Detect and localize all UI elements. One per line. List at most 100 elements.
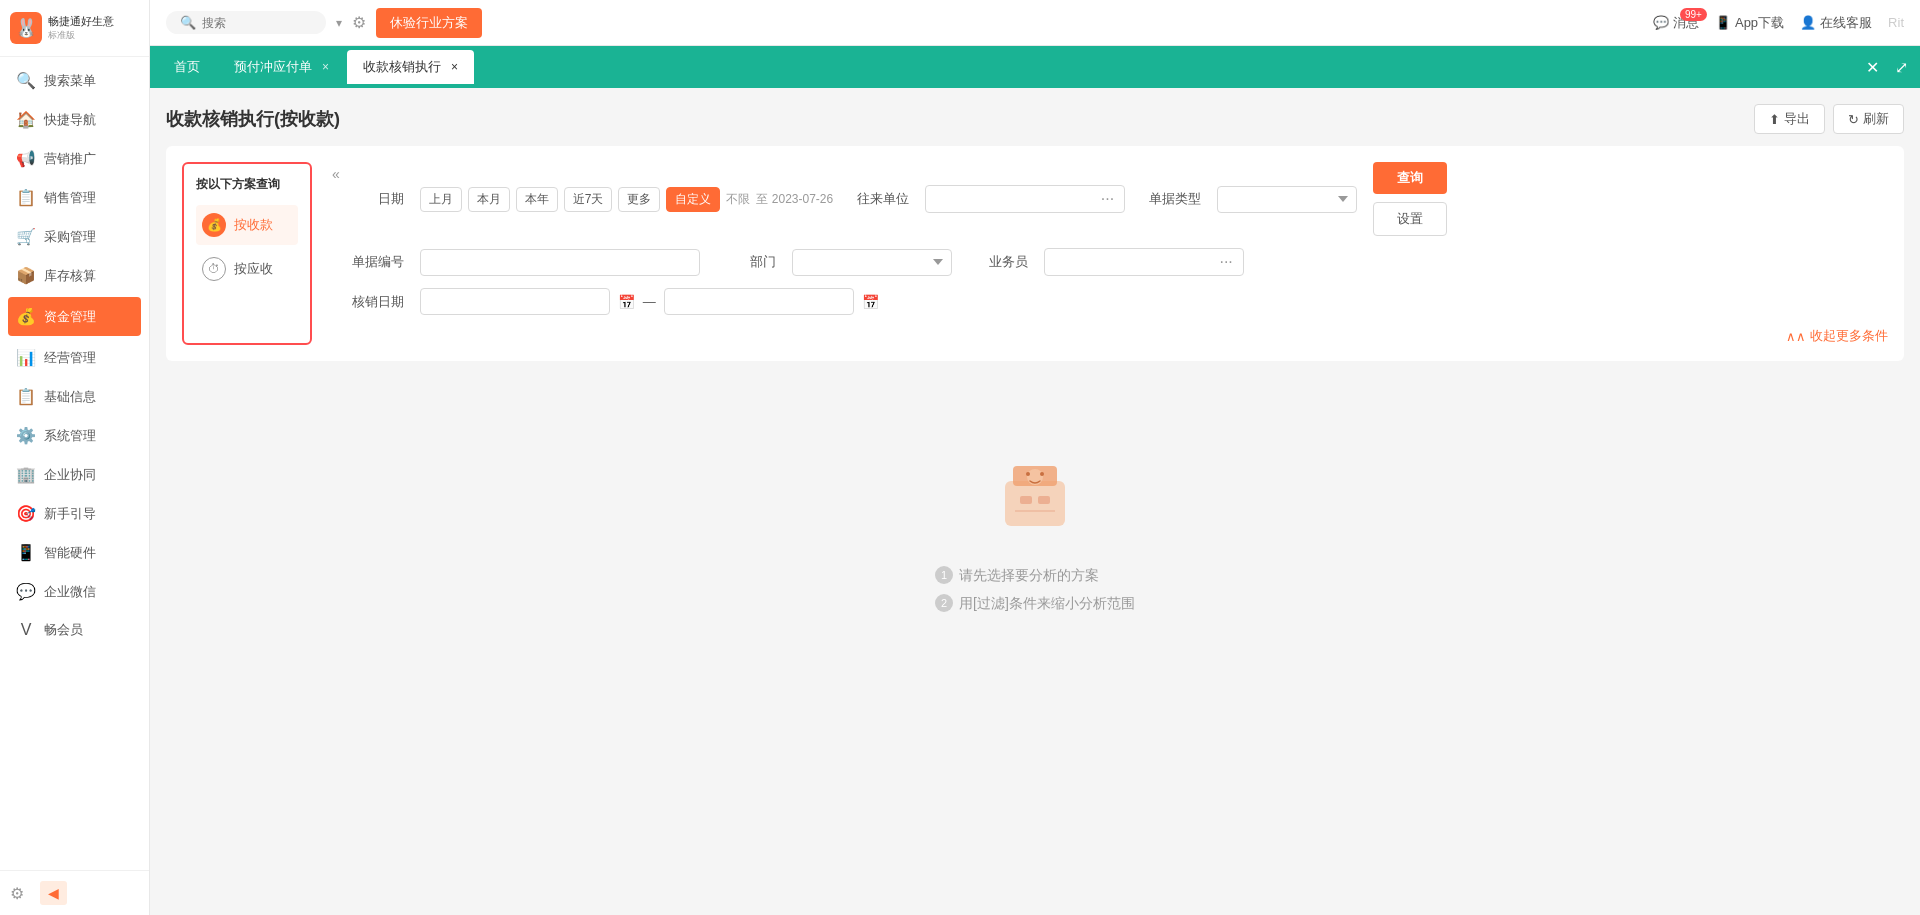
staff-label: 业务员 bbox=[968, 253, 1028, 271]
date-to-display: 至 2023-07-26 bbox=[756, 191, 833, 208]
operation-icon: 📊 bbox=[16, 348, 36, 367]
sidebar-item-operation[interactable]: 📊 经营管理 bbox=[0, 338, 149, 377]
collapse-chevron-icon: ∧∧ bbox=[1786, 329, 1806, 344]
logo-icon: 🐰 bbox=[10, 12, 42, 44]
sidebar-item-enterprise[interactable]: 🏢 企业协同 bbox=[0, 455, 149, 494]
tab-prepay-label: 预付冲应付单 bbox=[234, 58, 312, 76]
date-btn-this-year[interactable]: 本年 bbox=[516, 187, 558, 212]
doc-number-label: 单据编号 bbox=[344, 253, 404, 271]
export-icon: ⬆ bbox=[1769, 112, 1780, 127]
date-btn-this-month[interactable]: 本月 bbox=[468, 187, 510, 212]
date-btn-last-month[interactable]: 上月 bbox=[420, 187, 462, 212]
dept-select[interactable] bbox=[792, 249, 952, 276]
refresh-icon: ↻ bbox=[1848, 112, 1859, 127]
svg-rect-0 bbox=[1005, 481, 1065, 526]
home-icon: 🏠 bbox=[16, 110, 36, 129]
query-type-by-receivable[interactable]: ⏱ 按应收 bbox=[196, 249, 298, 289]
sidebar-item-member[interactable]: V 畅会员 bbox=[0, 611, 149, 649]
filter-settings-button[interactable]: 设置 bbox=[1373, 202, 1447, 236]
topbar-right: 💬 消息 99+ 📱 App下载 👤 在线客服 Rit bbox=[1653, 14, 1904, 32]
sidebar-item-marketing[interactable]: 📢 营销推广 bbox=[0, 139, 149, 178]
date-btn-more[interactable]: 更多 bbox=[618, 187, 660, 212]
sidebar-item-basic[interactable]: 📋 基础信息 bbox=[0, 377, 149, 416]
verify-date-start[interactable]: 2023-03-01 bbox=[420, 288, 610, 315]
main-content: 收款核销执行(按收款) ⬆ 导出 ↻ 刷新 按以下方案查询 💰 按收款 bbox=[150, 88, 1920, 915]
search-box-icon: 🔍 bbox=[180, 15, 196, 30]
sidebar-logo: 🐰 畅捷通好生意 标准版 bbox=[0, 0, 149, 57]
verify-date-end[interactable]: 2023-07-21 bbox=[664, 288, 854, 315]
sidebar-item-label: 畅会员 bbox=[44, 621, 83, 639]
main-area: 🔍 ▾ ⚙ 休验行业方案 💬 消息 99+ 📱 App下载 👤 在线客服 Rit bbox=[150, 0, 1920, 915]
topbar: 🔍 ▾ ⚙ 休验行业方案 💬 消息 99+ 📱 App下载 👤 在线客服 Rit bbox=[150, 0, 1920, 46]
tab-receipt-label: 收款核销执行 bbox=[363, 58, 441, 76]
tab-prepay-close[interactable]: × bbox=[322, 60, 329, 74]
collapse-panel-btn[interactable]: « bbox=[328, 162, 344, 186]
member-icon: V bbox=[16, 621, 36, 639]
hardware-icon: 📱 bbox=[16, 543, 36, 562]
date-btn-last7days[interactable]: 近7天 bbox=[564, 187, 613, 212]
cal-end-icon[interactable]: 📅 bbox=[862, 294, 879, 310]
doc-number-input[interactable] bbox=[420, 249, 700, 276]
refresh-label: 刷新 bbox=[1863, 110, 1889, 128]
sidebar-item-finance[interactable]: 💰 资金管理 bbox=[8, 297, 141, 336]
receivable-type-icon: ⏱ bbox=[202, 257, 226, 281]
online-service-btn[interactable]: 👤 在线客服 bbox=[1800, 14, 1872, 32]
guide-icon: 🎯 bbox=[16, 504, 36, 523]
export-label: 导出 bbox=[1784, 110, 1810, 128]
app-download-label: App下载 bbox=[1735, 14, 1784, 32]
collapse-more-btn[interactable]: ∧∧ 收起更多条件 bbox=[1786, 327, 1888, 345]
settings-icon[interactable]: ⚙ bbox=[352, 13, 366, 32]
page-title: 收款核销执行(按收款) bbox=[166, 107, 340, 131]
sidebar-item-label: 企业微信 bbox=[44, 583, 96, 601]
svg-rect-6 bbox=[1038, 496, 1050, 504]
search-button[interactable]: 查询 bbox=[1373, 162, 1447, 194]
tab-receipt-close[interactable]: × bbox=[451, 60, 458, 74]
refresh-button[interactable]: ↻ 刷新 bbox=[1833, 104, 1904, 134]
receipt-type-icon: 💰 bbox=[202, 213, 226, 237]
search-box[interactable]: 🔍 bbox=[166, 11, 326, 34]
staff-input[interactable]: ··· bbox=[1044, 248, 1244, 276]
empty-tip-2-text: 用[过滤]条件来缩小分析范围 bbox=[959, 589, 1135, 617]
logo-badge: 标准版 bbox=[48, 29, 114, 42]
sidebar-nav: 🔍 搜索菜单 🏠 快捷导航 📢 营销推广 📋 销售管理 🛒 采购管理 📦 库存核… bbox=[0, 57, 149, 870]
app-download-btn[interactable]: 📱 App下载 bbox=[1715, 14, 1784, 32]
solution-button[interactable]: 休验行业方案 bbox=[376, 8, 482, 38]
sidebar-item-label: 销售管理 bbox=[44, 189, 96, 207]
sidebar-item-inventory[interactable]: 📦 库存核算 bbox=[0, 256, 149, 295]
sidebar-item-wechat[interactable]: 💬 企业微信 bbox=[0, 572, 149, 611]
partner-input[interactable]: ··· bbox=[925, 185, 1125, 213]
sidebar-item-search[interactable]: 🔍 搜索菜单 bbox=[0, 61, 149, 100]
sidebar-item-system[interactable]: ⚙️ 系统管理 bbox=[0, 416, 149, 455]
sidebar-item-guide[interactable]: 🎯 新手引导 bbox=[0, 494, 149, 533]
tab-receipt-verify[interactable]: 收款核销执行 × bbox=[347, 50, 474, 84]
date-label: 日期 bbox=[344, 190, 404, 208]
messages-btn[interactable]: 💬 消息 99+ bbox=[1653, 14, 1699, 32]
tab-expand-btn[interactable]: ⤢ bbox=[1891, 54, 1912, 81]
tab-home[interactable]: 首页 bbox=[158, 50, 216, 84]
action-buttons: 查询 设置 bbox=[1373, 162, 1447, 236]
cal-start-icon[interactable]: 📅 bbox=[618, 294, 635, 310]
export-button[interactable]: ⬆ 导出 bbox=[1754, 104, 1825, 134]
sidebar-item-label: 智能硬件 bbox=[44, 544, 96, 562]
sidebar-item-label: 库存核算 bbox=[44, 267, 96, 285]
dropdown-icon[interactable]: ▾ bbox=[336, 16, 342, 30]
date-btn-custom[interactable]: 自定义 bbox=[666, 187, 720, 212]
settings-bottom-icon[interactable]: ⚙ bbox=[10, 884, 24, 903]
sidebar-item-label: 营销推广 bbox=[44, 150, 96, 168]
user-name[interactable]: Rit bbox=[1888, 15, 1904, 30]
svg-point-3 bbox=[1026, 472, 1030, 476]
empty-tip-2: 2 用[过滤]条件来缩小分析范围 bbox=[935, 589, 1135, 617]
sidebar-item-sales[interactable]: 📋 销售管理 bbox=[0, 178, 149, 217]
filter-form: 日期 上月 本月 本年 近7天 更多 自定义 不限 至 2023-07-26 往… bbox=[344, 162, 1888, 345]
tab-prepay[interactable]: 预付冲应付单 × bbox=[218, 50, 345, 84]
sidebar-item-hardware[interactable]: 📱 智能硬件 bbox=[0, 533, 149, 572]
doc-type-select[interactable] bbox=[1217, 186, 1357, 213]
tabs-actions: ✕ ⤢ bbox=[1862, 54, 1912, 81]
sidebar-item-quick-nav[interactable]: 🏠 快捷导航 bbox=[0, 100, 149, 139]
search-input[interactable] bbox=[202, 16, 302, 30]
tab-close-window-btn[interactable]: ✕ bbox=[1862, 54, 1883, 81]
sidebar-item-purchase[interactable]: 🛒 采购管理 bbox=[0, 217, 149, 256]
query-type-receivable-label: 按应收 bbox=[234, 260, 273, 278]
sidebar-collapse-button[interactable]: ◀ bbox=[40, 881, 67, 905]
query-type-by-receipt[interactable]: 💰 按收款 bbox=[196, 205, 298, 245]
